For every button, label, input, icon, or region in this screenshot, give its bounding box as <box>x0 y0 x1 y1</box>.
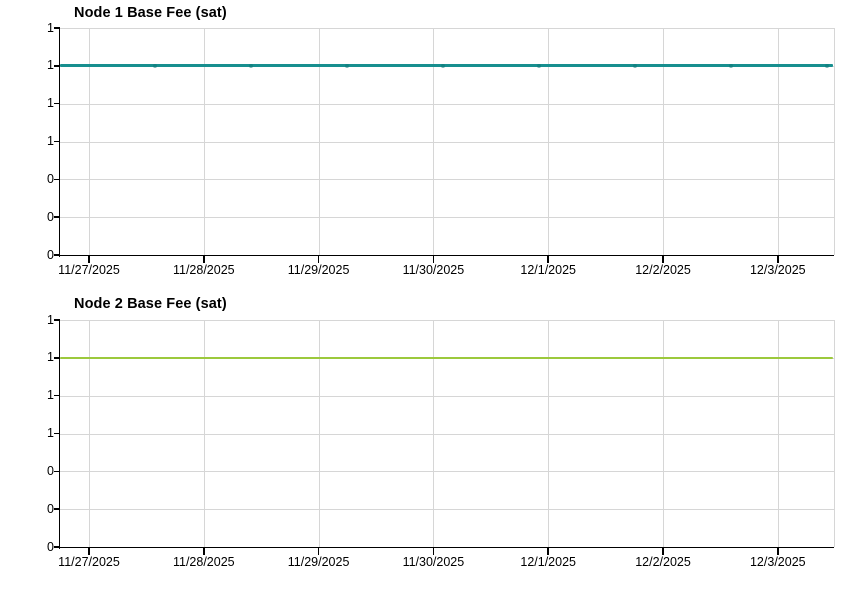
x-tick-label: 11/29/2025 <box>274 263 364 278</box>
v-gridline <box>548 28 549 255</box>
v-gridline <box>778 320 779 547</box>
y-tick-label: 1 <box>28 388 54 403</box>
v-gridline <box>433 28 434 255</box>
v-gridline <box>89 28 90 255</box>
chart-title-node1: Node 1 Base Fee (sat) <box>74 5 227 21</box>
y-tick-label: 0 <box>28 464 54 479</box>
h-gridline <box>60 471 834 472</box>
v-gridline <box>319 320 320 547</box>
y-tick-label: 0 <box>28 540 54 555</box>
h-gridline <box>60 509 834 510</box>
x-tick-label: 11/27/2025 <box>44 555 134 570</box>
v-gridline <box>778 28 779 255</box>
x-tick-mark <box>318 255 320 263</box>
h-gridline <box>60 434 834 435</box>
x-tick-label: 11/27/2025 <box>44 263 134 278</box>
x-tick-mark <box>203 255 205 263</box>
series-line <box>60 357 833 360</box>
data-point-marker <box>537 64 541 68</box>
h-gridline <box>60 320 834 321</box>
x-axis-line <box>59 547 835 549</box>
y-tick-label: 0 <box>28 210 54 225</box>
data-point-marker <box>825 64 829 68</box>
h-gridline <box>60 142 834 143</box>
data-point-marker <box>153 64 157 68</box>
v-gridline <box>204 320 205 547</box>
x-tick-label: 11/28/2025 <box>159 555 249 570</box>
y-tick-label: 0 <box>28 172 54 187</box>
x-tick-label: 12/1/2025 <box>503 555 593 570</box>
x-tick-mark <box>433 547 435 555</box>
y-tick-label: 0 <box>28 248 54 263</box>
x-tick-label: 11/30/2025 <box>388 263 478 278</box>
h-gridline <box>60 396 834 397</box>
y-tick-label: 0 <box>28 502 54 517</box>
x-tick-mark <box>662 547 664 555</box>
x-tick-mark <box>547 547 549 555</box>
y-tick-label: 1 <box>28 96 54 111</box>
y-tick-label: 1 <box>28 313 54 328</box>
data-point-marker <box>729 64 733 68</box>
x-tick-label: 12/2/2025 <box>618 263 708 278</box>
y-axis-line <box>59 320 61 549</box>
x-tick-mark <box>662 255 664 263</box>
x-tick-mark <box>88 255 90 263</box>
x-tick-label: 12/3/2025 <box>733 555 823 570</box>
h-gridline <box>60 179 834 180</box>
h-gridline <box>60 104 834 105</box>
x-tick-mark <box>433 255 435 263</box>
x-tick-label: 11/30/2025 <box>388 555 478 570</box>
data-point-marker <box>441 64 445 68</box>
v-gridline <box>204 28 205 255</box>
v-gridline <box>548 320 549 547</box>
v-gridline <box>433 320 434 547</box>
series-line <box>60 64 833 67</box>
x-tick-mark <box>777 255 779 263</box>
x-tick-mark <box>777 547 779 555</box>
h-gridline <box>60 217 834 218</box>
x-axis-line <box>59 255 835 257</box>
v-gridline <box>89 320 90 547</box>
data-point-marker <box>345 64 349 68</box>
x-tick-label: 12/1/2025 <box>503 263 593 278</box>
data-point-marker <box>249 64 253 68</box>
h-gridline <box>60 28 834 29</box>
x-tick-mark <box>88 547 90 555</box>
y-tick-label: 1 <box>28 350 54 365</box>
x-tick-mark <box>318 547 320 555</box>
plot-right-border <box>834 320 835 547</box>
y-axis-line <box>59 28 61 257</box>
y-tick-label: 1 <box>28 58 54 73</box>
plot-right-border <box>834 28 835 255</box>
x-tick-label: 12/3/2025 <box>733 263 823 278</box>
x-tick-label: 12/2/2025 <box>618 555 708 570</box>
x-tick-label: 11/28/2025 <box>159 263 249 278</box>
x-tick-label: 11/29/2025 <box>274 555 364 570</box>
y-tick-label: 1 <box>28 21 54 36</box>
data-point-marker <box>633 64 637 68</box>
chart-title-node2: Node 2 Base Fee (sat) <box>74 296 227 312</box>
charts-canvas: Node 1 Base Fee (sat) Node 2 Base Fee (s… <box>0 0 860 600</box>
v-gridline <box>663 28 664 255</box>
x-tick-mark <box>203 547 205 555</box>
v-gridline <box>319 28 320 255</box>
y-tick-label: 1 <box>28 426 54 441</box>
x-tick-mark <box>547 255 549 263</box>
v-gridline <box>663 320 664 547</box>
y-tick-label: 1 <box>28 134 54 149</box>
